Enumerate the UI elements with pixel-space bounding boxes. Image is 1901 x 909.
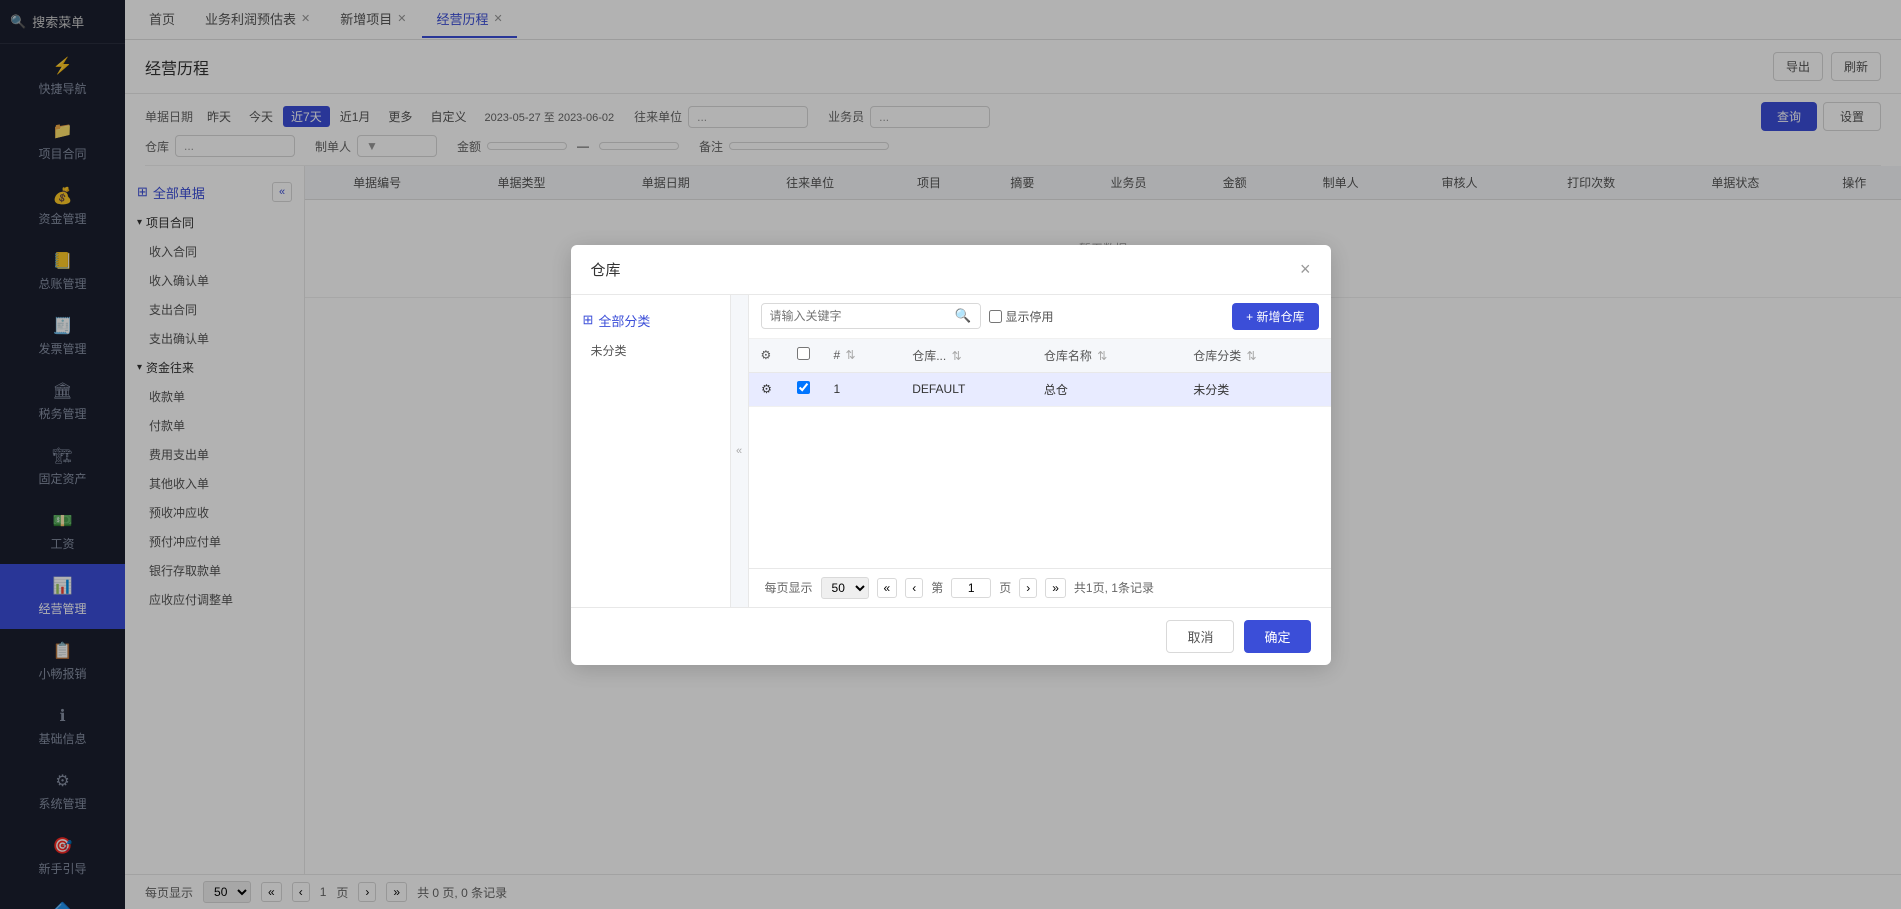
modal-col-no: # ⇅: [822, 339, 901, 373]
modal-header: 仓库 ×: [571, 245, 1331, 295]
modal-page-label: 第: [931, 579, 943, 596]
confirm-button[interactable]: 确定: [1244, 620, 1310, 653]
show-disabled-checkbox[interactable]: [989, 310, 1002, 323]
modal-tree-unclassified[interactable]: 未分类: [571, 336, 730, 365]
sort-icon-code[interactable]: ⇅: [952, 349, 962, 363]
col-settings[interactable]: ⚙: [749, 339, 785, 373]
modal-per-page-label: 每页显示: [765, 579, 813, 596]
row-no-0: 1: [822, 372, 901, 406]
col-label-no: #: [834, 348, 841, 362]
sort-icon-name[interactable]: ⇅: [1097, 349, 1107, 363]
add-warehouse-button[interactable]: + 新增仓库: [1232, 303, 1318, 330]
col-label-code: 仓库...: [912, 349, 946, 363]
modal-next-page[interactable]: ›: [1019, 578, 1037, 598]
col-checkbox[interactable]: [785, 339, 822, 373]
modal-table: ⚙# ⇅仓库... ⇅仓库名称 ⇅仓库分类 ⇅ ⚙ 1 DEFAULT 总仓 未…: [749, 339, 1331, 568]
modal-pagination: 每页显示 50 « ‹ 第 页 › » 共1页, 1条记录: [749, 568, 1331, 607]
modal-page-unit: 页: [999, 579, 1011, 596]
warehouse-modal: 仓库 × ⊞ 全部分类 未分类 «: [571, 245, 1331, 665]
tree-collapse-btn[interactable]: «: [731, 295, 749, 607]
show-disabled-label[interactable]: 显示停用: [989, 308, 1054, 325]
row-settings-icon-0: ⚙: [761, 382, 772, 396]
row-cb-0[interactable]: [797, 381, 810, 394]
modal-page-input[interactable]: [951, 578, 991, 598]
modal-prev-page[interactable]: ‹: [905, 578, 923, 598]
sort-icon-no[interactable]: ⇅: [846, 348, 856, 362]
modal-last-page[interactable]: »: [1045, 578, 1066, 598]
modal-first-page[interactable]: «: [877, 578, 898, 598]
modal-toolbar: 🔍 显示停用 + 新增仓库: [749, 295, 1331, 339]
modal-body: ⊞ 全部分类 未分类 « 🔍: [571, 295, 1331, 607]
grid-icon-modal: ⊞: [583, 312, 594, 328]
modal-table-row[interactable]: ⚙ 1 DEFAULT 总仓 未分类: [749, 372, 1331, 406]
settings-col-icon: ⚙: [761, 348, 772, 362]
select-all-checkbox[interactable]: [797, 347, 810, 360]
modal-tree: ⊞ 全部分类 未分类: [571, 295, 731, 607]
show-disabled-text: 显示停用: [1006, 308, 1054, 325]
modal-col-category: 仓库分类 ⇅: [1181, 339, 1330, 373]
modal-tree-all[interactable]: ⊞ 全部分类: [571, 305, 730, 336]
modal-col-code: 仓库... ⇅: [900, 339, 1032, 373]
col-label-category: 仓库分类: [1193, 349, 1241, 363]
row-code-0: DEFAULT: [900, 372, 1032, 406]
row-name-0: 总仓: [1032, 372, 1181, 406]
sort-icon-category[interactable]: ⇅: [1247, 349, 1257, 363]
modal-tree-all-label: 全部分类: [598, 311, 650, 330]
modal-title: 仓库: [591, 259, 621, 280]
modal-per-page-select[interactable]: 50: [821, 577, 869, 599]
modal-search-button[interactable]: 🔍: [947, 304, 980, 328]
col-label-name: 仓库名称: [1044, 349, 1092, 363]
row-settings-0[interactable]: ⚙: [749, 372, 785, 406]
modal-search-input[interactable]: [762, 305, 947, 327]
modal-footer: 取消 确定: [571, 607, 1331, 665]
modal-col-name: 仓库名称 ⇅: [1032, 339, 1181, 373]
modal-overlay: 仓库 × ⊞ 全部分类 未分类 «: [0, 0, 1901, 909]
modal-right: 🔍 显示停用 + 新增仓库 ⚙# ⇅仓库... ⇅仓库名称 ⇅仓库分类 ⇅ ⚙: [749, 295, 1331, 607]
modal-close-button[interactable]: ×: [1300, 259, 1311, 280]
modal-search-wrap: 🔍: [761, 303, 981, 329]
row-checkbox-0[interactable]: [785, 372, 822, 406]
row-category-0: 未分类: [1181, 372, 1330, 406]
modal-total-info: 共1页, 1条记录: [1074, 579, 1154, 596]
cancel-button[interactable]: 取消: [1166, 620, 1234, 653]
